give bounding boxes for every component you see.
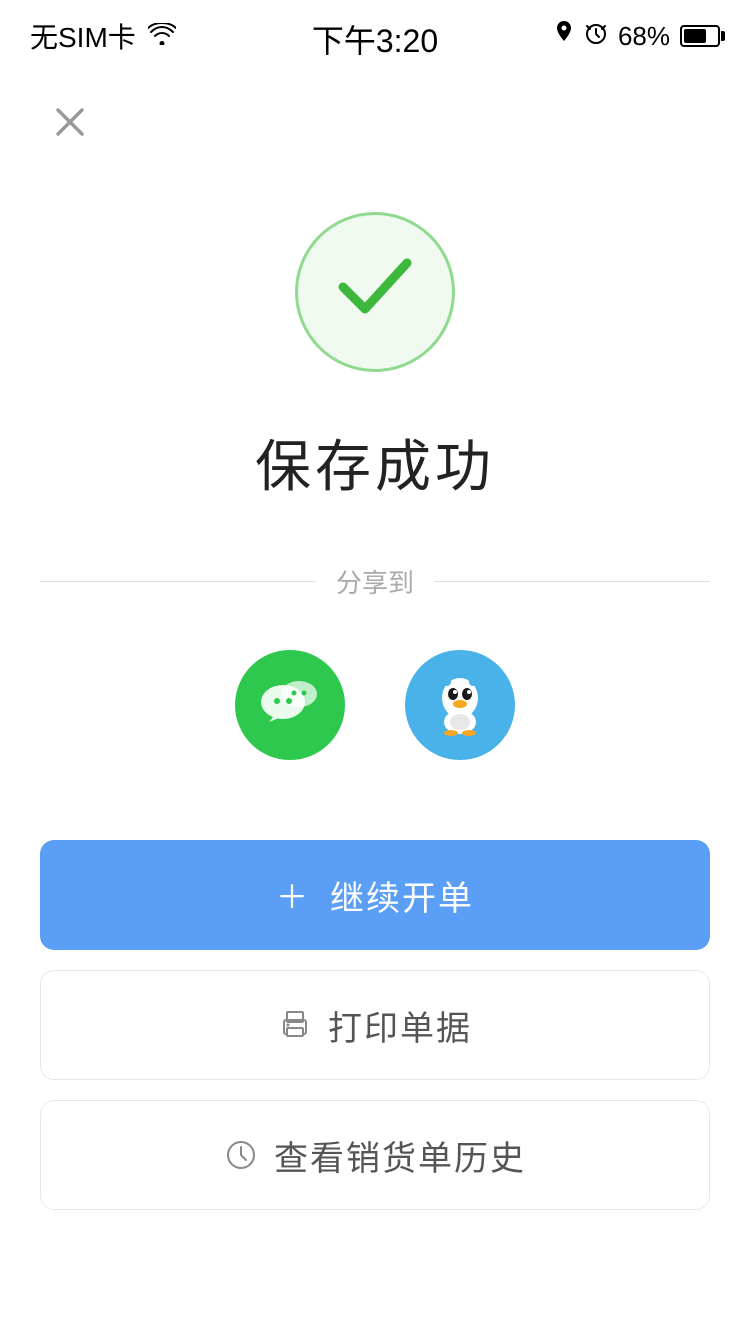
- status-right: 68%: [554, 21, 720, 52]
- status-bar: 无SIM卡 下午3:20 68%: [0, 0, 750, 72]
- status-left: 无SIM卡: [30, 16, 176, 56]
- continue-button[interactable]: ＋ 继续开单: [40, 840, 710, 950]
- share-label: 分享到: [336, 563, 414, 600]
- continue-label: 继续开单: [330, 871, 474, 920]
- plus-icon: ＋: [276, 872, 310, 918]
- print-button[interactable]: 打印单据: [40, 970, 710, 1080]
- wechat-share-button[interactable]: [235, 650, 345, 760]
- qq-share-button[interactable]: [405, 650, 515, 760]
- share-section: 分享到: [40, 563, 710, 760]
- main-content: 保存成功 分享到: [0, 152, 750, 1210]
- checkmark-icon: [335, 251, 415, 334]
- history-icon: [224, 1138, 258, 1172]
- wifi-icon: [148, 20, 176, 52]
- carrier-label: 无SIM卡: [30, 16, 136, 56]
- battery-icon: [680, 25, 720, 47]
- share-divider: 分享到: [40, 563, 710, 600]
- success-indicator: [295, 212, 455, 372]
- nav-bar: [0, 72, 750, 152]
- success-title: 保存成功: [255, 422, 495, 503]
- location-icon: [554, 21, 574, 52]
- close-button[interactable]: [40, 92, 100, 152]
- share-icons: [40, 650, 710, 760]
- action-buttons: ＋ 继续开单 打印单据 查看销货单历史: [40, 840, 710, 1210]
- alarm-icon: [584, 21, 608, 52]
- print-label: 打印单据: [328, 1001, 472, 1050]
- status-time: 下午3:20: [312, 16, 438, 62]
- history-button[interactable]: 查看销货单历史: [40, 1100, 710, 1210]
- history-label: 查看销货单历史: [274, 1131, 526, 1180]
- battery-percentage: 68%: [618, 21, 670, 52]
- print-icon: [278, 1008, 312, 1042]
